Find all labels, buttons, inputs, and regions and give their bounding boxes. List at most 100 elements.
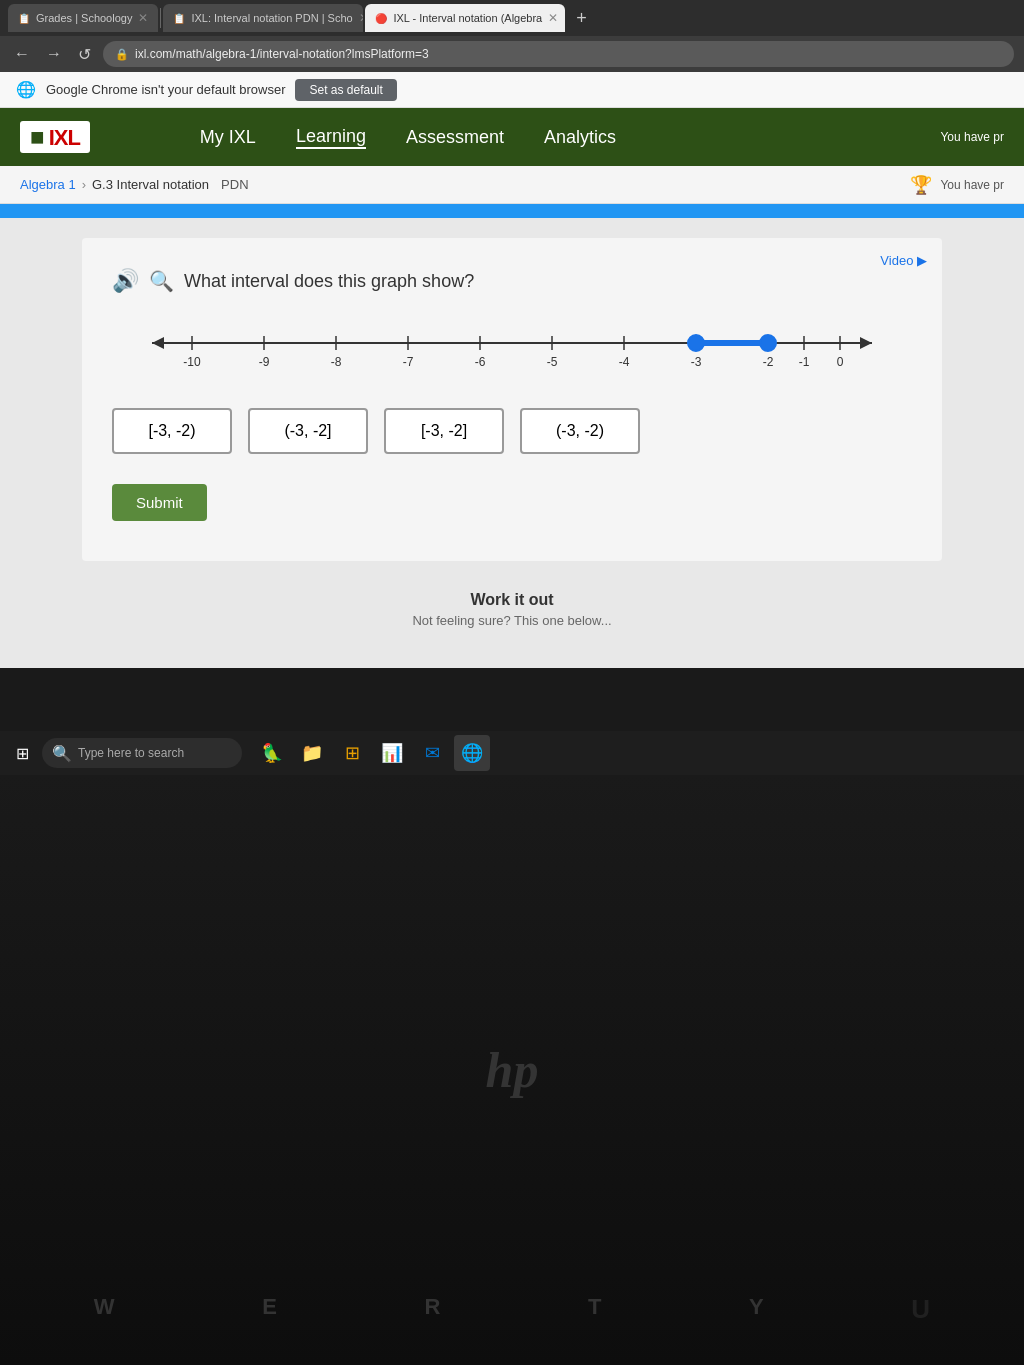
tab-ixl-active[interactable]: 🔴 IXL - Interval notation (Algebra ✕ [365, 4, 565, 32]
back-button[interactable]: ← [10, 43, 34, 65]
svg-text:-2: -2 [763, 355, 774, 369]
breadcrumb-sep-1: › [82, 177, 86, 192]
work-it-out-title: Work it out [40, 591, 984, 609]
key-e: E [262, 1294, 277, 1325]
taskbar-search-text: Type here to search [78, 746, 184, 760]
svg-marker-2 [860, 337, 872, 349]
svg-marker-1 [152, 337, 164, 349]
tab-separator [160, 8, 161, 28]
ixl-nav: ■ IXL My IXL Learning Assessment Analyti… [0, 108, 1024, 166]
taskbar-item-mail[interactable]: ✉ [414, 735, 450, 771]
svg-text:-3: -3 [691, 355, 702, 369]
taskbar-item-excel[interactable]: 📊 [374, 735, 410, 771]
breadcrumb-pdn: PDN [221, 177, 248, 192]
tab-bar: 📋 Grades | Schoology ✕ 📋 IXL: Interval n… [0, 0, 1024, 36]
excel-icon: 📊 [381, 742, 403, 764]
ixl-nav-right: You have pr [940, 130, 1004, 144]
tab-close-1[interactable]: ✕ [138, 11, 148, 25]
windows-start-button[interactable]: ⊞ [6, 737, 38, 769]
svg-text:-7: -7 [403, 355, 414, 369]
new-tab-button[interactable]: + [567, 4, 595, 32]
svg-point-23 [760, 335, 776, 351]
answer-choices: [-3, -2) (-3, -2] [-3, -2] (-3, -2) [112, 408, 912, 454]
chrome-icon: 🌐 [16, 80, 36, 99]
answer-choice-b[interactable]: (-3, -2] [248, 408, 368, 454]
sound-icon[interactable]: 🔊 [112, 268, 139, 294]
svg-text:-4: -4 [619, 355, 630, 369]
forward-button[interactable]: → [42, 43, 66, 65]
nav-my-ixl[interactable]: My IXL [200, 127, 256, 148]
question-card: Video ▶ 🔊 🔍 What interval does this grap… [82, 238, 942, 561]
nav-learning[interactable]: Learning [296, 126, 366, 149]
set-default-button[interactable]: Set as default [295, 79, 396, 101]
question-header: 🔊 🔍 What interval does this graph show? [112, 268, 912, 294]
taskbar: ⊞ 🔍 Type here to search 🦜 📁 ⊞ 📊 ✉ 🌐 [0, 731, 1024, 775]
ixl-app: ■ IXL My IXL Learning Assessment Analyti… [0, 108, 1024, 668]
svg-text:-1: -1 [799, 355, 810, 369]
trophy-icon: 🏆 [910, 174, 932, 196]
address-bar: ← → ↺ 🔒 ixl.com/math/algebra-1/interval-… [0, 36, 1024, 72]
nav-analytics[interactable]: Analytics [544, 127, 616, 148]
chrome-taskbar-icon: 🌐 [461, 742, 483, 764]
notification-bar: 🌐 Google Chrome isn't your default brows… [0, 72, 1024, 108]
tab-ixl-pdn[interactable]: 📋 IXL: Interval notation PDN | Scho ✕ [163, 4, 363, 32]
breadcrumb-bar: Algebra 1 › G.3 Interval notation PDN 🏆 … [0, 166, 1024, 204]
taskbar-item-folder[interactable]: 🦜 [254, 735, 290, 771]
keyboard-area: W E R T Y U [0, 1294, 1024, 1325]
answer-choice-a[interactable]: [-3, -2) [112, 408, 232, 454]
blue-accent-bar [0, 204, 1024, 218]
notification-text: Google Chrome isn't your default browser [46, 82, 285, 97]
work-it-out-section: Work it out Not feeling sure? This one b… [30, 581, 994, 638]
video-play-icon: ▶ [917, 253, 927, 268]
taskbar-item-apps[interactable]: ⊞ [334, 735, 370, 771]
refresh-button[interactable]: ↺ [74, 43, 95, 66]
magnify-icon[interactable]: 🔍 [149, 269, 174, 293]
answer-choice-c[interactable]: [-3, -2] [384, 408, 504, 454]
breadcrumb: Algebra 1 › G.3 Interval notation PDN [20, 177, 249, 192]
url-text: ixl.com/math/algebra-1/interval-notation… [135, 47, 429, 61]
ixl-pdn-tab-icon: 📋 [173, 13, 185, 24]
secure-icon: 🔒 [115, 48, 129, 61]
laptop-body: hp W E R T Y U [0, 775, 1024, 1365]
svg-text:-5: -5 [547, 355, 558, 369]
key-t: T [588, 1294, 601, 1325]
ixl-nav-links: My IXL Learning Assessment Analytics [200, 126, 616, 149]
key-u: U [911, 1294, 930, 1325]
folder-icon: 🦜 [261, 742, 283, 764]
taskbar-search-icon: 🔍 [52, 744, 72, 763]
apps-icon: ⊞ [345, 742, 360, 764]
work-it-out-subtitle: Not feeling sure? This one below... [40, 613, 984, 628]
ixl-pdn-tab-label: IXL: Interval notation PDN | Scho [191, 12, 352, 24]
tab-close-2[interactable]: ✕ [359, 11, 364, 25]
answer-choice-d[interactable]: (-3, -2) [520, 408, 640, 454]
taskbar-search-bar[interactable]: 🔍 Type here to search [42, 738, 242, 768]
ixl-active-tab-label: IXL - Interval notation (Algebra [393, 12, 542, 24]
mail-icon: ✉ [425, 742, 440, 764]
taskbar-item-chrome[interactable]: 🌐 [454, 735, 490, 771]
svg-text:-8: -8 [331, 355, 342, 369]
ixl-logo: ■ IXL [20, 121, 90, 153]
number-line-svg: -1 0 -9 -8 -7 -6 -5 -4 -3 [132, 318, 892, 378]
key-r: R [424, 1294, 440, 1325]
url-bar[interactable]: 🔒 ixl.com/math/algebra-1/interval-notati… [103, 41, 1014, 67]
taskbar-items: 🦜 📁 ⊞ 📊 ✉ 🌐 [254, 735, 490, 771]
video-button[interactable]: Video ▶ [880, 253, 927, 268]
key-w: W [94, 1294, 115, 1325]
hp-logo: hp [486, 1041, 539, 1099]
breadcrumb-interval: G.3 Interval notation [92, 177, 209, 192]
question-text: What interval does this graph show? [184, 271, 474, 292]
browser-chrome: 📋 Grades | Schoology ✕ 📋 IXL: Interval n… [0, 0, 1024, 108]
breadcrumb-right: 🏆 You have pr [910, 174, 1004, 196]
number-line-container: -1 0 -9 -8 -7 -6 -5 -4 -3 [132, 318, 892, 378]
tab-close-3[interactable]: ✕ [548, 11, 558, 25]
submit-button[interactable]: Submit [112, 484, 207, 521]
svg-text:-6: -6 [475, 355, 486, 369]
user-info: You have pr [940, 130, 1004, 144]
svg-text:0: 0 [837, 355, 844, 369]
breadcrumb-algebra[interactable]: Algebra 1 [20, 177, 76, 192]
ixl-active-tab-icon: 🔴 [375, 13, 387, 24]
tab-schoology[interactable]: 📋 Grades | Schoology ✕ [8, 4, 158, 32]
nav-assessment[interactable]: Assessment [406, 127, 504, 148]
svg-text:-9: -9 [259, 355, 270, 369]
taskbar-item-files[interactable]: 📁 [294, 735, 330, 771]
